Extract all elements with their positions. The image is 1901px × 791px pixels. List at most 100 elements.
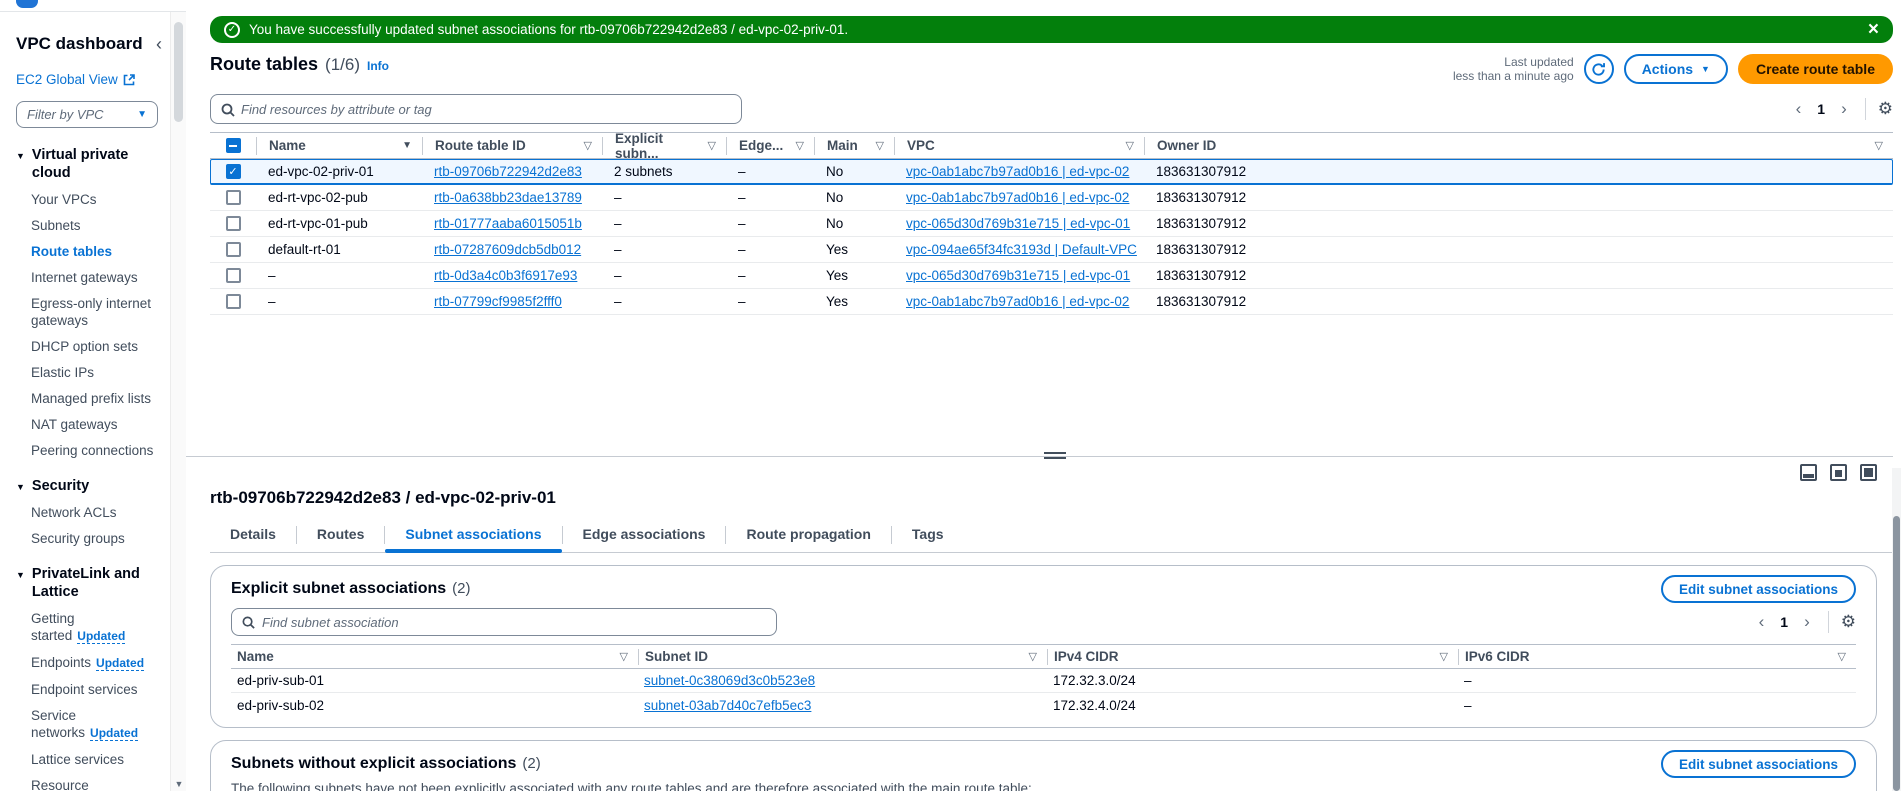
tab-routes[interactable]: Routes <box>297 518 384 552</box>
row-checkbox[interactable]: ✓ <box>225 164 241 179</box>
card-title: Subnets without explicit associations <box>231 755 517 772</box>
section-security[interactable]: ▼ Security <box>16 477 164 495</box>
route-table-id-link[interactable]: rtb-07799cf9985f2fff0 <box>434 294 562 309</box>
sidebar-item-managed-prefix-lists[interactable]: Managed prefix lists <box>31 390 169 407</box>
search-input[interactable] <box>241 101 741 117</box>
panel-position-bottom-icon[interactable] <box>1800 464 1817 481</box>
sidebar-item-elastic-ips[interactable]: Elastic IPs <box>31 364 169 381</box>
sidebar-item-endpoint-services[interactable]: Endpoint services <box>31 681 169 698</box>
tab-details[interactable]: Details <box>210 518 296 552</box>
page-number[interactable]: 1 <box>1774 614 1794 630</box>
table-row[interactable]: default-rt-01 rtb-07287609dcb5db012 – – … <box>210 237 1893 263</box>
filter-icon[interactable]: ▽ <box>1029 650 1037 663</box>
route-table-id-link[interactable]: rtb-07287609dcb5db012 <box>434 242 581 257</box>
sidebar-item-route-tables[interactable]: Route tables <box>31 243 169 260</box>
row-checkbox[interactable] <box>225 242 241 257</box>
panel-scrollbar[interactable] <box>1892 468 1901 791</box>
row-checkbox[interactable] <box>225 190 241 205</box>
vpc-link[interactable]: vpc-065d30d769b31e715 | ed-vpc-01 <box>906 216 1130 231</box>
filter-icon[interactable]: ▽ <box>584 139 592 152</box>
sidebar-item-getting-started[interactable]: Getting started Updated <box>31 610 169 645</box>
route-table-id-link[interactable]: rtb-0a638bb23dae13789 <box>434 190 582 205</box>
gear-icon[interactable]: ⚙ <box>1878 99 1893 119</box>
sidebar-item-security-groups[interactable]: Security groups <box>31 530 169 547</box>
card-pagination: ‹ 1 › ⚙ <box>1753 611 1856 633</box>
vpc-link[interactable]: vpc-0ab1abc7b97ad0b16 | ed-vpc-02 <box>906 294 1129 309</box>
scroll-down-arrow-icon[interactable]: ▼ <box>171 779 187 789</box>
sidebar-item-network-acls[interactable]: Network ACLs <box>31 504 169 521</box>
route-table-id-link[interactable]: rtb-0d3a4c0b3f6917e93 <box>434 268 577 283</box>
prev-page-icon[interactable]: ‹ <box>1753 612 1771 632</box>
sidebar-item-egress-only-internet-gateways[interactable]: Egress-only internet gateways <box>31 295 169 329</box>
gear-icon[interactable]: ⚙ <box>1841 612 1856 632</box>
vpc-link[interactable]: vpc-094ae65f34fc3193d | Default-VPC <box>906 242 1137 257</box>
filter-icon[interactable]: ▽ <box>876 139 884 152</box>
ec2-global-view-link[interactable]: EC2 Global View <box>16 72 118 87</box>
vpc-link[interactable]: vpc-0ab1abc7b97ad0b16 | ed-vpc-02 <box>906 190 1129 205</box>
sidebar-item-internet-gateways[interactable]: Internet gateways <box>31 269 169 286</box>
tab-route-propagation[interactable]: Route propagation <box>726 518 890 552</box>
filter-icon[interactable]: ▽ <box>1126 139 1134 152</box>
row-checkbox[interactable] <box>225 294 241 309</box>
table-row[interactable]: ✓ ed-vpc-02-priv-01 rtb-09706b722942d2e8… <box>210 159 1893 185</box>
prev-page-icon[interactable]: ‹ <box>1790 99 1808 119</box>
sidebar-collapse-icon[interactable]: ‹ <box>156 35 164 53</box>
filter-icon[interactable]: ▽ <box>620 650 628 663</box>
vpc-link[interactable]: vpc-0ab1abc7b97ad0b16 | ed-vpc-02 <box>906 164 1129 179</box>
sidebar-item-your-vpcs[interactable]: Your VPCs <box>31 191 169 208</box>
subnet-association-search-input[interactable] <box>262 614 776 630</box>
section-virtual-private-cloud[interactable]: ▼ Virtual private cloud <box>16 146 164 182</box>
edit-subnet-associations-button[interactable]: Edit subnet associations <box>1660 575 1856 603</box>
route-table-id-link[interactable]: rtb-01777aaba6015051b <box>434 216 582 231</box>
subnet-id-link[interactable]: subnet-03ab7d40c7efb5ec3 <box>644 698 811 713</box>
tab-tags[interactable]: Tags <box>892 518 964 552</box>
panel-position-split-icon[interactable] <box>1830 464 1847 481</box>
info-link[interactable]: Info <box>367 59 389 73</box>
sidebar-item-resource-configurations[interactable]: Resource configurationsNew <box>31 777 169 791</box>
filter-icon[interactable]: ▽ <box>1440 650 1448 663</box>
subnet-id-link[interactable]: subnet-0c38069d3c0b523e8 <box>644 673 815 688</box>
table-row[interactable]: – rtb-0d3a4c0b3f6917e93 – – Yes vpc-065d… <box>210 263 1893 289</box>
subnet-row[interactable]: ed-priv-sub-02 subnet-03ab7d40c7efb5ec3 … <box>231 693 1856 717</box>
panel-scrollbar-thumb[interactable] <box>1893 516 1900 791</box>
actions-button[interactable]: Actions ▼ <box>1623 54 1728 84</box>
search-icon <box>221 103 235 117</box>
filter-by-vpc-select[interactable]: Filter by VPC ▼ <box>16 101 158 128</box>
vpc-link[interactable]: vpc-065d30d769b31e715 | ed-vpc-01 <box>906 268 1130 283</box>
table-row[interactable]: ed-rt-vpc-02-pub rtb-0a638bb23dae13789 –… <box>210 185 1893 211</box>
sidebar-item-dhcp-option-sets[interactable]: DHCP option sets <box>31 338 169 355</box>
explicit-subnets-popover[interactable]: 2 subnets <box>614 164 673 179</box>
create-route-table-button[interactable]: Create route table <box>1737 54 1893 84</box>
edit-subnet-associations-button[interactable]: Edit subnet associations <box>1660 750 1856 778</box>
close-icon[interactable]: × <box>1868 20 1879 39</box>
subnet-row[interactable]: ed-priv-sub-01 subnet-0c38069d3c0b523e8 … <box>231 669 1856 693</box>
tab-subnet-associations[interactable]: Subnet associations <box>385 518 562 553</box>
tab-edge-associations[interactable]: Edge associations <box>563 518 726 552</box>
sidebar-scrollbar[interactable]: ▼ <box>170 12 186 791</box>
panel-position-full-icon[interactable] <box>1860 464 1877 481</box>
filter-icon[interactable]: ▽ <box>708 139 716 152</box>
select-all-checkbox[interactable] <box>225 138 241 153</box>
refresh-button[interactable] <box>1583 54 1614 84</box>
sidebar-item-service-networks[interactable]: Service networks Updated <box>31 707 169 742</box>
sidebar-item-nat-gateways[interactable]: NAT gateways <box>31 416 169 433</box>
next-page-icon[interactable]: › <box>1835 99 1853 119</box>
filter-icon[interactable]: ▽ <box>1838 650 1846 663</box>
section-privatelink-and-lattice[interactable]: ▼ PrivateLink and Lattice <box>16 565 164 601</box>
filter-icon[interactable]: ▽ <box>796 139 804 152</box>
sidebar-item-endpoints[interactable]: Endpoints Updated <box>31 654 169 672</box>
sidebar-item-subnets[interactable]: Subnets <box>31 217 169 234</box>
sidebar-item-lattice-services[interactable]: Lattice services <box>31 751 169 768</box>
sidebar-item-peering-connections[interactable]: Peering connections <box>31 442 169 459</box>
splitter-handle-icon[interactable] <box>1043 452 1066 460</box>
row-checkbox[interactable] <box>225 216 241 231</box>
sort-icon[interactable]: ▼ <box>402 140 412 151</box>
row-checkbox[interactable] <box>225 268 241 283</box>
table-row[interactable]: – rtb-07799cf9985f2fff0 – – Yes vpc-0ab1… <box>210 289 1893 315</box>
page-number[interactable]: 1 <box>1811 101 1831 117</box>
sidebar-scrollbar-thumb[interactable] <box>174 22 183 122</box>
filter-icon[interactable]: ▽ <box>1875 139 1883 152</box>
table-row[interactable]: ed-rt-vpc-01-pub rtb-01777aaba6015051b –… <box>210 211 1893 237</box>
next-page-icon[interactable]: › <box>1798 612 1816 632</box>
route-table-id-link[interactable]: rtb-09706b722942d2e83 <box>434 164 582 179</box>
